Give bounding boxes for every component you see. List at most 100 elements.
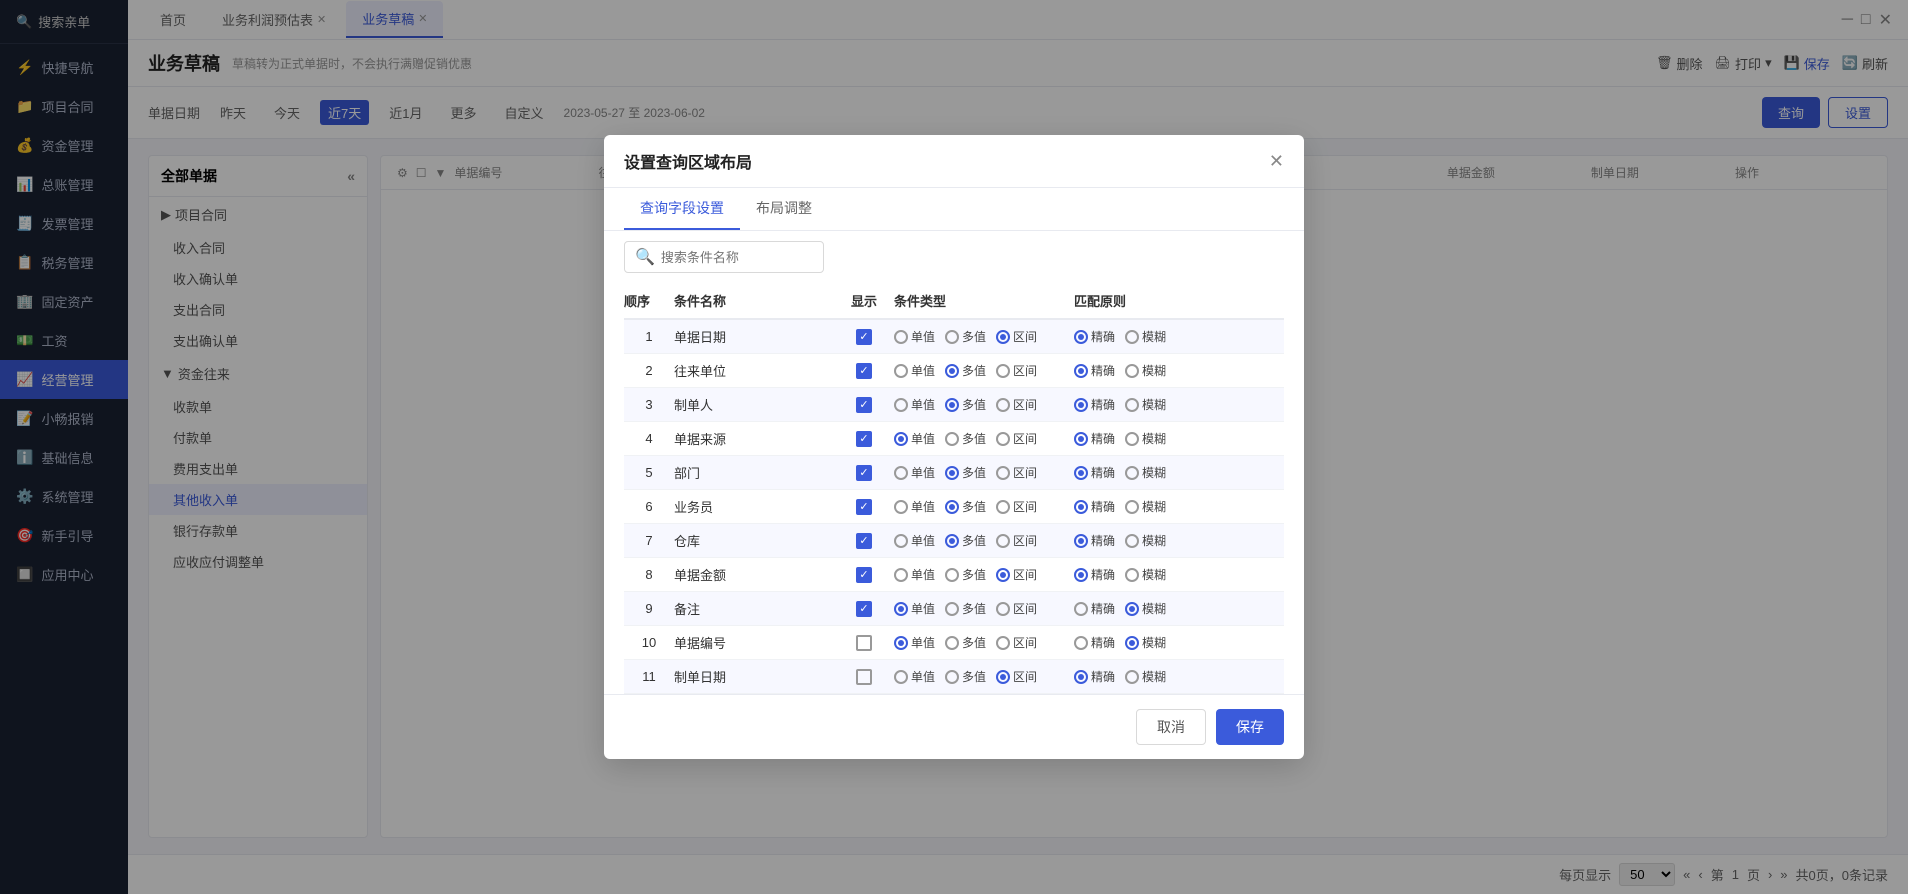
radio-circle [996,432,1010,446]
checkbox-icon[interactable]: ✓ [856,329,872,345]
radio-label: 区间 [1013,566,1037,583]
row-show-checkbox[interactable]: ✓ [834,567,894,583]
dialog-tab-layout[interactable]: 布局调整 [740,188,828,230]
radio-item-range[interactable]: 区间 [996,498,1037,515]
radio-item-single[interactable]: 单值 [894,600,935,617]
row-show-checkbox[interactable] [834,669,894,685]
radio-item-range[interactable]: 区间 [996,668,1037,685]
save-button[interactable]: 保存 [1216,709,1284,745]
radio-item-range[interactable]: 区间 [996,396,1037,413]
radio-item-range[interactable]: 区间 [996,464,1037,481]
radio-item-multi[interactable]: 多值 [945,566,986,583]
row-show-checkbox[interactable]: ✓ [834,533,894,549]
dialog-close-button[interactable]: ✕ [1269,151,1284,172]
radio-item-fuzzy[interactable]: 模糊 [1125,362,1166,379]
search-input[interactable] [661,250,813,265]
checkbox-icon[interactable]: ✓ [856,465,872,481]
radio-circle [1125,330,1139,344]
search-box[interactable]: 🔍 [624,241,824,273]
radio-item-exact[interactable]: 精确 [1074,566,1115,583]
radio-item-range[interactable]: 区间 [996,328,1037,345]
row-show-checkbox[interactable]: ✓ [834,329,894,345]
radio-item-single[interactable]: 单值 [894,668,935,685]
radio-item-multi[interactable]: 多值 [945,430,986,447]
radio-item-fuzzy[interactable]: 模糊 [1125,634,1166,651]
radio-item-single[interactable]: 单值 [894,634,935,651]
radio-circle [945,602,959,616]
radio-label: 精确 [1091,430,1115,447]
radio-item-range[interactable]: 区间 [996,634,1037,651]
row-order: 10 [624,635,674,650]
row-name: 制单人 [674,395,834,414]
radio-label: 区间 [1013,430,1037,447]
row-show-checkbox[interactable]: ✓ [834,601,894,617]
condition-type-group: 单值多值区间 [894,634,1037,651]
checkbox-icon[interactable] [856,669,872,685]
checkbox-icon[interactable]: ✓ [856,363,872,379]
radio-item-exact[interactable]: 精确 [1074,430,1115,447]
radio-item-single[interactable]: 单值 [894,396,935,413]
radio-item-multi[interactable]: 多值 [945,634,986,651]
checkbox-icon[interactable]: ✓ [856,533,872,549]
radio-item-range[interactable]: 区间 [996,362,1037,379]
radio-item-exact[interactable]: 精确 [1074,328,1115,345]
radio-item-exact[interactable]: 精确 [1074,600,1115,617]
radio-circle [1074,398,1088,412]
radio-item-exact[interactable]: 精确 [1074,362,1115,379]
radio-item-exact[interactable]: 精确 [1074,668,1115,685]
row-match-rule: 精确模糊 [1074,566,1274,583]
checkbox-icon[interactable]: ✓ [856,397,872,413]
radio-item-fuzzy[interactable]: 模糊 [1125,600,1166,617]
radio-item-fuzzy[interactable]: 模糊 [1125,532,1166,549]
checkbox-icon[interactable]: ✓ [856,567,872,583]
radio-item-single[interactable]: 单值 [894,464,935,481]
radio-item-multi[interactable]: 多值 [945,668,986,685]
cancel-button[interactable]: 取消 [1136,709,1206,745]
radio-item-multi[interactable]: 多值 [945,396,986,413]
dialog-tab-query[interactable]: 查询字段设置 [624,188,740,230]
radio-item-fuzzy[interactable]: 模糊 [1125,430,1166,447]
radio-item-exact[interactable]: 精确 [1074,634,1115,651]
checkbox-icon[interactable] [856,635,872,651]
radio-item-single[interactable]: 单值 [894,498,935,515]
radio-item-single[interactable]: 单值 [894,362,935,379]
checkbox-icon[interactable]: ✓ [856,499,872,515]
row-name: 制单日期 [674,667,834,686]
radio-item-exact[interactable]: 精确 [1074,532,1115,549]
radio-item-exact[interactable]: 精确 [1074,498,1115,515]
radio-item-exact[interactable]: 精确 [1074,464,1115,481]
row-show-checkbox[interactable]: ✓ [834,363,894,379]
radio-item-range[interactable]: 区间 [996,532,1037,549]
checkbox-icon[interactable]: ✓ [856,601,872,617]
radio-item-fuzzy[interactable]: 模糊 [1125,328,1166,345]
row-name: 部门 [674,463,834,482]
dialog-tabs: 查询字段设置 布局调整 [604,188,1304,231]
radio-item-exact[interactable]: 精确 [1074,396,1115,413]
radio-item-single[interactable]: 单值 [894,566,935,583]
radio-item-fuzzy[interactable]: 模糊 [1125,668,1166,685]
radio-item-fuzzy[interactable]: 模糊 [1125,396,1166,413]
row-show-checkbox[interactable]: ✓ [834,465,894,481]
row-show-checkbox[interactable]: ✓ [834,397,894,413]
radio-item-fuzzy[interactable]: 模糊 [1125,498,1166,515]
radio-circle [1125,670,1139,684]
radio-item-multi[interactable]: 多值 [945,362,986,379]
radio-item-fuzzy[interactable]: 模糊 [1125,464,1166,481]
checkbox-icon[interactable]: ✓ [856,431,872,447]
radio-item-single[interactable]: 单值 [894,532,935,549]
radio-item-single[interactable]: 单值 [894,328,935,345]
radio-item-range[interactable]: 区间 [996,600,1037,617]
radio-item-multi[interactable]: 多值 [945,464,986,481]
radio-item-multi[interactable]: 多值 [945,498,986,515]
row-show-checkbox[interactable] [834,635,894,651]
row-condition-type: 单值多值 区间 [894,566,1074,583]
row-show-checkbox[interactable]: ✓ [834,431,894,447]
radio-item-fuzzy[interactable]: 模糊 [1125,566,1166,583]
radio-item-range[interactable]: 区间 [996,430,1037,447]
radio-item-multi[interactable]: 多值 [945,532,986,549]
radio-item-single[interactable]: 单值 [894,430,935,447]
radio-item-range[interactable]: 区间 [996,566,1037,583]
row-show-checkbox[interactable]: ✓ [834,499,894,515]
radio-item-multi[interactable]: 多值 [945,600,986,617]
radio-item-multi[interactable]: 多值 [945,328,986,345]
